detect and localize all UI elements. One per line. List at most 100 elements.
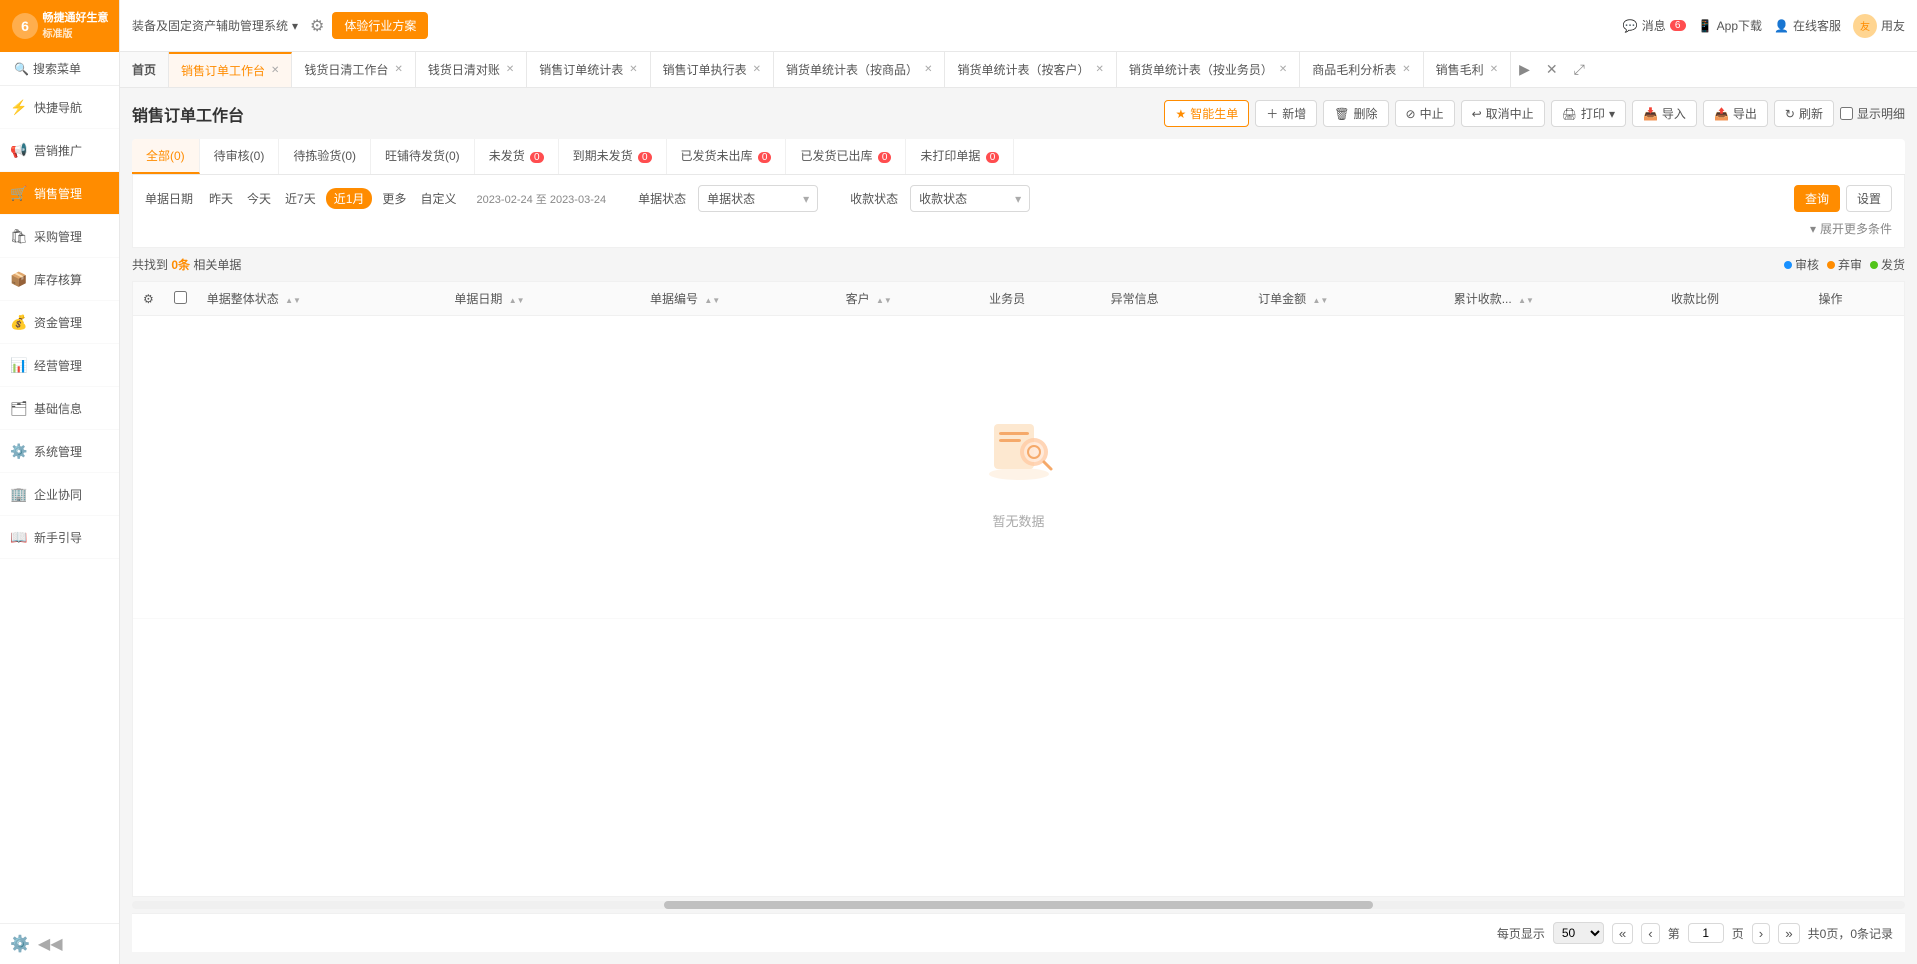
- sidebar-item-base[interactable]: 🗂 基础信息: [0, 387, 119, 430]
- first-page-btn[interactable]: «: [1612, 923, 1633, 944]
- show-detail-checkbox[interactable]: 显示明细: [1840, 105, 1905, 122]
- tab-close-icon[interactable]: ✕: [1279, 64, 1287, 75]
- approve-action[interactable]: 审核: [1784, 256, 1819, 273]
- filter-tab-not-printed[interactable]: 未打印单据 0: [906, 139, 1014, 174]
- filter-tab-expired[interactable]: 到期未发货 0: [559, 139, 667, 174]
- export-button[interactable]: 📤 导出: [1703, 100, 1768, 127]
- tab-sales-stat-customer[interactable]: 销货单统计表（按客户） ✕: [945, 52, 1116, 88]
- quick-nav-icon: ⚡: [10, 98, 28, 116]
- tab-sales-stat-staff[interactable]: 销货单统计表（按业务员） ✕: [1117, 52, 1300, 88]
- sidebar-item-corp[interactable]: 🏢 企业协同: [0, 473, 119, 516]
- tab-close-all-icon[interactable]: ✕: [1538, 61, 1566, 78]
- settings-filter-button[interactable]: 设置: [1846, 185, 1892, 212]
- select-all-checkbox[interactable]: [174, 291, 187, 304]
- tab-close-icon[interactable]: ✕: [394, 64, 402, 75]
- filter-tab-pending-check[interactable]: 待拣验货(0): [279, 139, 371, 174]
- col-settings-icon[interactable]: ⚙: [143, 292, 154, 306]
- expand-button[interactable]: ▾ 展开更多条件: [1810, 220, 1892, 237]
- cancel-stop-button[interactable]: ↩ 取消中止: [1461, 100, 1545, 127]
- tab-close-icon[interactable]: ✕: [506, 64, 514, 75]
- service-item[interactable]: 👤 在线客服: [1774, 17, 1841, 34]
- revoke-action[interactable]: 弃审: [1827, 256, 1862, 273]
- tab-sales-stat-product[interactable]: 销货单统计表（按商品） ✕: [774, 52, 945, 88]
- tab-close-icon[interactable]: ✕: [924, 64, 932, 75]
- last-page-btn[interactable]: »: [1778, 923, 1799, 944]
- filter-tab-pending[interactable]: 待审核(0): [200, 139, 280, 174]
- tab-margin-analysis[interactable]: 商品毛利分析表 ✕: [1300, 52, 1423, 88]
- show-detail-label: 显示明细: [1857, 105, 1905, 122]
- sidebar-item-marketing[interactable]: 📢 营销推广: [0, 129, 119, 172]
- query-button[interactable]: 查询: [1794, 185, 1840, 212]
- tab-sales-exec[interactable]: 销售订单执行表 ✕: [651, 52, 774, 88]
- tab-more-icon[interactable]: ▶: [1511, 61, 1538, 78]
- collapse-icon[interactable]: ◀◀: [38, 934, 63, 954]
- shortcut-custom[interactable]: 自定义: [416, 188, 460, 209]
- shortcut-more[interactable]: 更多: [378, 188, 410, 209]
- tab-close-icon[interactable]: ✕: [271, 65, 279, 76]
- tab-close-icon[interactable]: ✕: [629, 64, 637, 75]
- import-button[interactable]: 📥 导入: [1632, 100, 1697, 127]
- sort-status-icon[interactable]: ▲▼: [285, 296, 301, 305]
- tab-close-icon[interactable]: ✕: [753, 64, 761, 75]
- sort-amount-icon[interactable]: ▲▼: [1312, 296, 1328, 305]
- add-button[interactable]: ＋ 新增: [1255, 100, 1317, 127]
- next-page-btn[interactable]: ›: [1752, 923, 1770, 944]
- delete-icon: 🗑: [1334, 107, 1349, 121]
- ship-action[interactable]: 发货: [1870, 256, 1905, 273]
- solution-button[interactable]: 体验行业方案: [332, 12, 428, 39]
- tab-sales-stat[interactable]: 销售订单统计表 ✕: [527, 52, 650, 88]
- sidebar-item-finance[interactable]: 💰 资金管理: [0, 301, 119, 344]
- sidebar-item-sales[interactable]: 🛒 销售管理: [0, 172, 119, 215]
- sort-number-icon[interactable]: ▲▼: [704, 296, 720, 305]
- topbar-gear-icon[interactable]: ⚙: [310, 16, 324, 36]
- payment-select[interactable]: 收款状态 ▾: [910, 185, 1030, 212]
- sidebar-item-inventory[interactable]: 📦 库存核算: [0, 258, 119, 301]
- horizontal-scrollbar[interactable]: [132, 901, 1905, 909]
- filter-tab-wangpu[interactable]: 旺铺待发货(0): [371, 139, 475, 174]
- filter-tab-shipped-not-out[interactable]: 已发货未出库 0: [667, 139, 787, 174]
- tab-cash-goods[interactable]: 钱货日清对账 ✕: [416, 52, 527, 88]
- shortcut-yesterday[interactable]: 昨天: [205, 188, 237, 209]
- page-input[interactable]: [1688, 923, 1724, 943]
- prev-page-btn[interactable]: ‹: [1641, 923, 1659, 944]
- tab-close-icon[interactable]: ✕: [1402, 64, 1410, 75]
- sort-date-icon[interactable]: ▲▼: [509, 296, 525, 305]
- tab-home[interactable]: 首页: [120, 52, 169, 88]
- filter-tab-all[interactable]: 全部(0): [132, 139, 200, 174]
- settings-bottom-icon[interactable]: ⚙️: [10, 934, 30, 954]
- system-title-dropdown[interactable]: 装备及固定资产辅助管理系统 ▾: [132, 17, 298, 34]
- user-item[interactable]: 友 用友: [1853, 14, 1905, 38]
- sort-received-icon[interactable]: ▲▼: [1518, 296, 1534, 305]
- message-item[interactable]: 💬 消息 6: [1623, 17, 1686, 34]
- tab-sales-workbench[interactable]: 销售订单工作台 ✕: [169, 52, 292, 88]
- status-select[interactable]: 单据状态 ▾: [698, 185, 818, 212]
- print-button[interactable]: 🖨 打印 ▾: [1551, 100, 1626, 127]
- refresh-button[interactable]: ↻ 刷新: [1774, 100, 1834, 127]
- stop-button[interactable]: ⊘ 中止: [1395, 100, 1455, 127]
- sidebar-item-operations[interactable]: 📊 经营管理: [0, 344, 119, 387]
- tab-cash-daily[interactable]: 钱货日清工作台 ✕: [292, 52, 415, 88]
- sidebar-item-quick-nav[interactable]: ⚡ 快捷导航: [0, 86, 119, 129]
- sidebar-item-newbie[interactable]: 📖 新手引导: [0, 516, 119, 559]
- sidebar-search[interactable]: 🔍 搜索菜单: [0, 52, 119, 86]
- sidebar-item-label: 基础信息: [34, 400, 82, 417]
- shortcut-1month[interactable]: 近1月: [326, 188, 373, 209]
- tab-close-icon[interactable]: ✕: [1490, 64, 1498, 75]
- star-icon: ★: [1175, 107, 1186, 121]
- per-page-select[interactable]: 50 10 20 100: [1553, 922, 1604, 944]
- app-download-item[interactable]: 📱 App下载: [1698, 17, 1762, 34]
- tab-close-icon[interactable]: ✕: [1095, 64, 1103, 75]
- sort-customer-icon[interactable]: ▲▼: [876, 296, 892, 305]
- smart-gen-button[interactable]: ★ 智能生单: [1164, 100, 1249, 127]
- shortcut-today[interactable]: 今天: [243, 188, 275, 209]
- delete-button[interactable]: 🗑 删除: [1323, 100, 1388, 127]
- tab-sales-profit[interactable]: 销售毛利 ✕: [1424, 52, 1511, 88]
- sidebar-item-system[interactable]: ⚙️ 系统管理: [0, 430, 119, 473]
- scroll-thumb[interactable]: [664, 901, 1373, 909]
- sidebar-item-purchase[interactable]: 🛍 采购管理: [0, 215, 119, 258]
- shortcut-7days[interactable]: 近7天: [281, 188, 320, 209]
- filter-tab-shipped-out[interactable]: 已发货已出库 0: [786, 139, 906, 174]
- tab-expand-icon[interactable]: ⤢: [1566, 61, 1593, 78]
- filter-tab-not-shipped[interactable]: 未发货 0: [475, 139, 559, 174]
- show-detail-input[interactable]: [1840, 107, 1853, 120]
